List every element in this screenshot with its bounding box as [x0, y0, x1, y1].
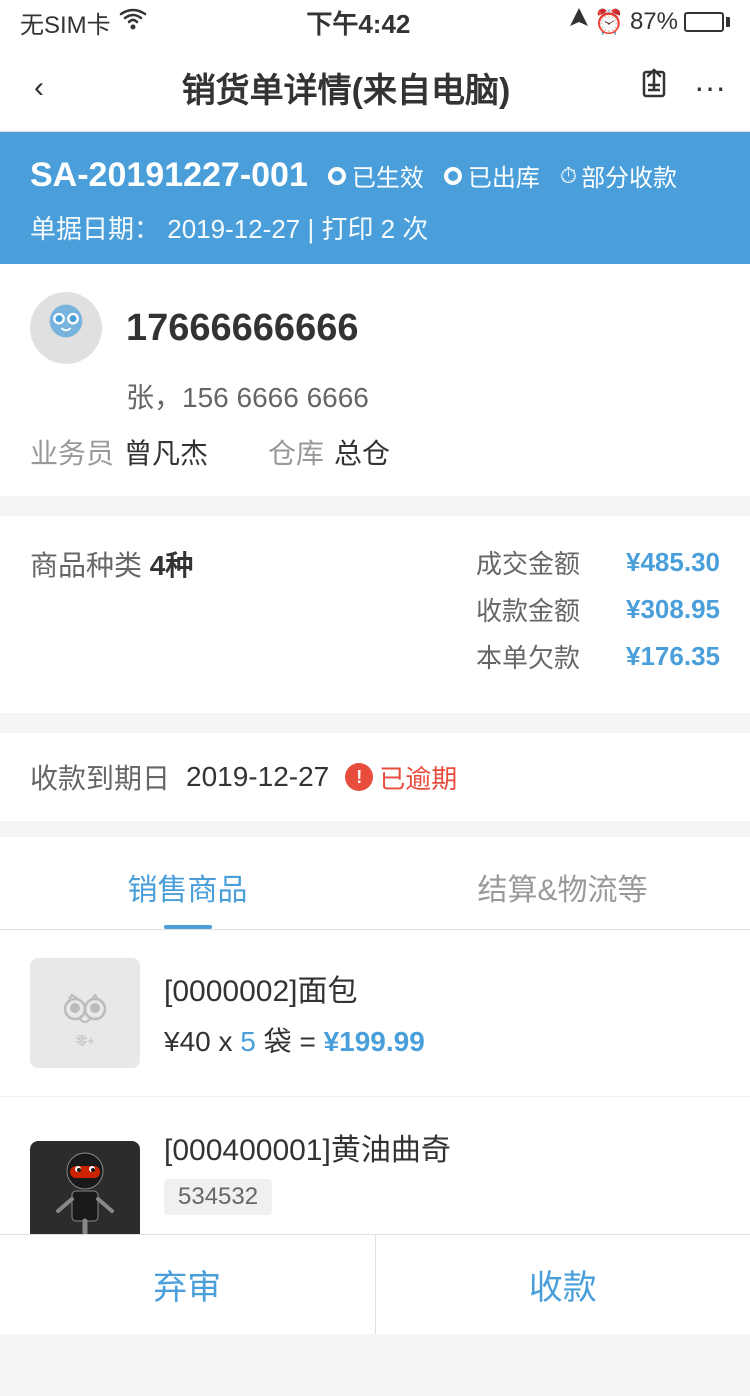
status-right: ⏰ 87% [570, 8, 730, 37]
due-date-value: 2019-12-27 [186, 761, 329, 793]
wifi-icon [119, 8, 147, 37]
stats-right: 成交金额 ¥485.30 收款金额 ¥308.95 本单欠款 ¥176.35 [476, 544, 720, 685]
customer-section: 17666666666 张，156 6666 6666 业务员 曾凡杰 仓库 总… [0, 264, 750, 496]
product-info: [0000002]面包 ¥40 x 5 袋 = ¥199.99 [164, 966, 720, 1060]
page-title: 销货单详情(来自电脑) [182, 63, 511, 112]
debt-row: 本单欠款 ¥176.35 [476, 638, 720, 675]
status-time: 下午4:42 [306, 4, 410, 41]
collected-amount: ¥308.95 [600, 594, 720, 625]
stats-section: 商品种类 4种 成交金额 ¥485.30 收款金额 ¥308.95 本单欠款 ¥… [0, 516, 750, 713]
overdue-badge: ! 已逾期 [345, 759, 457, 796]
collect-payment-button[interactable]: 收款 [376, 1235, 750, 1334]
due-section: 收款到期日 2019-12-27 ! 已逾期 [0, 733, 750, 821]
status-left: 无SIM卡 [20, 5, 147, 40]
warehouse-value: 总仓 [334, 432, 390, 472]
location-icon [570, 8, 588, 37]
badge-shipped: 已出库 [444, 158, 540, 193]
salesperson-item: 业务员 曾凡杰 [30, 432, 208, 472]
svg-text:零+: 零+ [75, 1034, 94, 1048]
share-button[interactable] [638, 68, 670, 108]
nav-actions: ··· [638, 68, 726, 108]
badge-partial: ⏱ 部分收款 [560, 158, 677, 193]
order-date: 2019-12-27 [167, 214, 300, 244]
tabs-section: 销售商品 结算&物流等 [0, 837, 750, 930]
warehouse-item: 仓库 总仓 [268, 432, 390, 472]
deal-amount: ¥485.30 [600, 547, 720, 578]
tab-underline [164, 925, 212, 929]
badge-activated: 已生效 [328, 158, 424, 193]
battery-percent: 87% [630, 8, 678, 36]
product-name: [0000002]面包 [164, 966, 720, 1010]
deal-amount-row: 成交金额 ¥485.30 [476, 544, 720, 581]
tab-settlement[interactable]: 结算&物流等 [375, 837, 750, 929]
order-id: SA-20191227-001 [30, 156, 308, 195]
carrier-label: 无SIM卡 [20, 5, 111, 40]
tab-sales-products[interactable]: 销售商品 [0, 837, 375, 929]
avatar [30, 292, 102, 364]
customer-detail: 张，156 6666 6666 [30, 376, 720, 416]
status-bar: 无SIM卡 下午4:42 ⏰ 87% [0, 0, 750, 44]
product-thumbnail: 零+ [30, 958, 140, 1068]
salesperson-value: 曾凡杰 [124, 432, 208, 472]
product-total: ¥199.99 [324, 1026, 425, 1057]
alarm-icon: ⏰ [594, 8, 624, 37]
bottom-bar: 弃审 收款 [0, 1234, 750, 1334]
stats-left: 商品种类 4种 [30, 544, 193, 584]
overdue-icon: ! [345, 763, 373, 791]
customer-name[interactable]: 17666666666 [126, 307, 358, 350]
debt-amount: ¥176.35 [600, 641, 720, 672]
back-button[interactable]: ‹ [24, 61, 54, 115]
category-count: 4种 [150, 550, 194, 581]
header-banner: SA-20191227-001 已生效 已出库 ⏱ 部分收款 单据日期： 201… [0, 132, 750, 264]
more-button[interactable]: ··· [694, 69, 726, 106]
product-qty: 5 [240, 1026, 256, 1057]
list-item: 零+ [0000002]面包 ¥40 x 5 袋 = ¥199.99 [0, 930, 750, 1097]
collected-row: 收款金额 ¥308.95 [476, 591, 720, 628]
cancel-review-button[interactable]: 弃审 [0, 1235, 376, 1334]
customer-meta: 业务员 曾凡杰 仓库 总仓 [30, 432, 720, 472]
product-price: ¥40 x 5 袋 = ¥199.99 [164, 1020, 720, 1060]
nav-bar: ‹ 销货单详情(来自电脑) ··· [0, 44, 750, 132]
battery-icon [684, 12, 730, 32]
order-date-row: 单据日期： 2019-12-27 | 打印 2 次 [30, 209, 720, 246]
product-sku: 534532 [164, 1179, 272, 1215]
product-name: [000400001]黄油曲奇 [164, 1125, 720, 1169]
